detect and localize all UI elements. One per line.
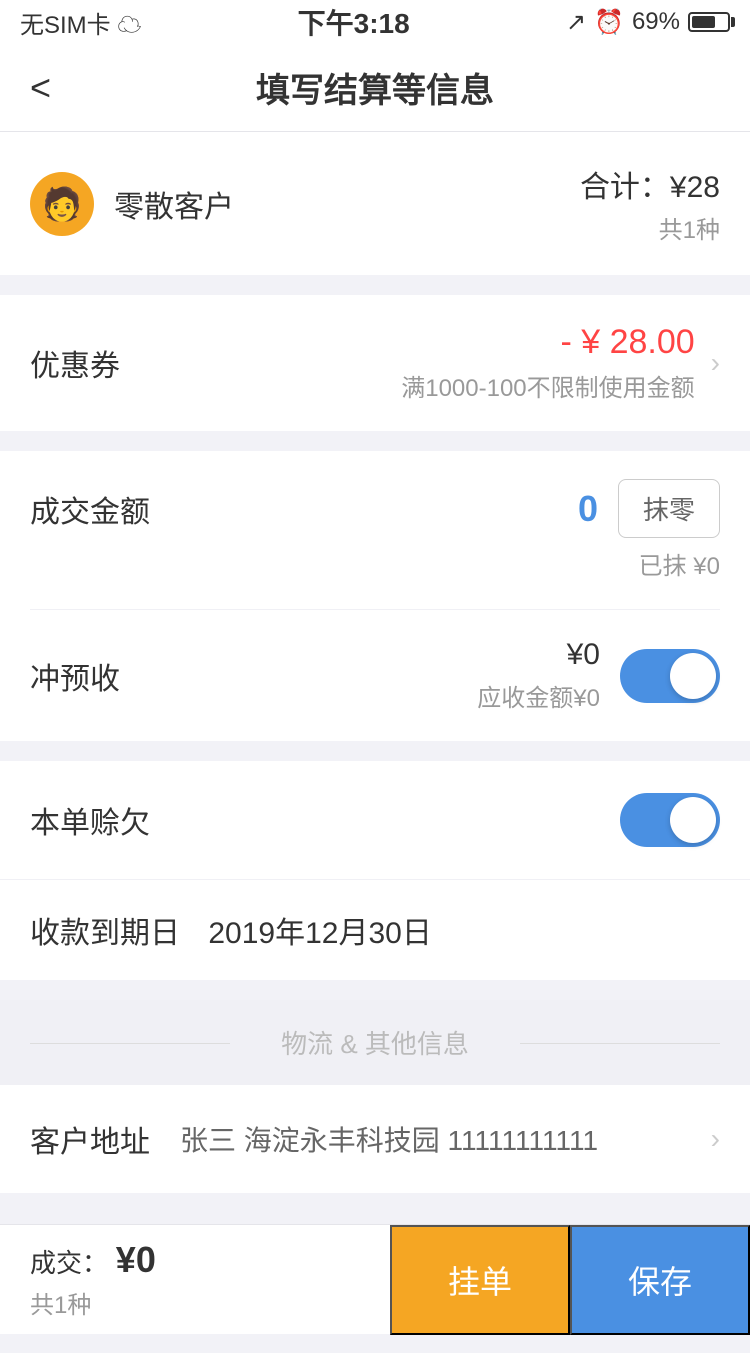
coupon-section[interactable]: 优惠券 - ¥ 28.00 满1000-100不限制使用金额 ›: [0, 295, 750, 431]
prepay-toggle[interactable]: [620, 649, 720, 703]
coupon-amount: - ¥ 28.00: [401, 323, 694, 362]
coupon-chevron-icon: ›: [711, 347, 720, 379]
address-chevron-icon: ›: [711, 1123, 720, 1155]
prepay-label: 冲预收: [30, 654, 120, 698]
due-date-label: 收款到期日: [30, 917, 180, 950]
debt-toggle[interactable]: [620, 793, 720, 847]
bottom-info: 成交： ¥0 共1种: [0, 1239, 390, 1320]
location-icon: ↗: [566, 8, 586, 37]
prepay-amounts: ¥0 应收金额¥0: [477, 638, 600, 713]
total-amount: 合计：¥28: [580, 162, 720, 206]
deal-value[interactable]: 0: [578, 488, 598, 530]
toggle-knob: [670, 653, 716, 699]
status-left: 无SIM卡 ☁: [20, 5, 141, 40]
logistics-label: 物流 & 其他信息: [281, 1029, 469, 1059]
coupon-label: 优惠券: [30, 341, 120, 385]
prepay-row: 冲预收 ¥0 应收金额¥0: [0, 610, 750, 741]
status-time: 下午3:18: [298, 2, 410, 42]
status-bar: 无SIM卡 ☁ 下午3:18 ↗ ⏰ 69%: [0, 0, 750, 44]
customer-right: 合计：¥28 共1种: [580, 162, 720, 245]
avatar: 🧑: [30, 172, 94, 236]
due-date-value: 2019年12月30日: [208, 917, 431, 950]
coupon-value-col: - ¥ 28.00 满1000-100不限制使用金额: [401, 323, 694, 403]
address-row[interactable]: 客户地址 张三 海淀永丰科技园 11111111111 ›: [0, 1085, 750, 1193]
customer-left: 🧑 零散客户: [30, 172, 234, 236]
customer-name: 零散客户: [114, 182, 234, 226]
nav-bar: < 填写结算等信息: [0, 44, 750, 132]
round-button[interactable]: 抹零: [618, 479, 720, 538]
bottom-count: 共1种: [30, 1285, 360, 1320]
customer-row: 🧑 零散客户 合计：¥28 共1种: [0, 132, 750, 275]
address-value: 张三 海淀永丰科技园 11111111111: [180, 1119, 711, 1159]
back-button[interactable]: <: [30, 67, 51, 109]
coupon-row[interactable]: 优惠券 - ¥ 28.00 满1000-100不限制使用金额 ›: [0, 295, 750, 431]
debt-row: 本单赊欠: [0, 761, 750, 879]
avatar-icon: 🧑: [42, 185, 82, 223]
bottom-deal-label: 成交：: [30, 1248, 108, 1278]
battery-icon: [688, 12, 730, 32]
customer-section: 🧑 零散客户 合计：¥28 共1种: [0, 132, 750, 275]
bottom-deal-amount: ¥0: [116, 1239, 156, 1280]
transaction-section: 成交金额 0 抹零 已抹 ¥0 冲预收 ¥0 应收金额¥0: [0, 451, 750, 741]
address-label: 客户地址: [30, 1117, 150, 1161]
debt-toggle-knob: [670, 797, 716, 843]
battery-percent: 69%: [632, 8, 680, 36]
coupon-sub: 满1000-100不限制使用金额: [401, 368, 694, 403]
prepay-main-amount: ¥0: [477, 638, 600, 672]
hold-order-button[interactable]: 挂单: [390, 1225, 570, 1335]
deal-sub: 已抹 ¥0: [30, 546, 720, 581]
save-button[interactable]: 保存: [570, 1225, 750, 1335]
prepay-right: ¥0 应收金额¥0: [477, 638, 720, 713]
logistics-divider: 物流 & 其他信息: [0, 1000, 750, 1085]
bottom-bar: 成交： ¥0 共1种 挂单 保存: [0, 1224, 750, 1334]
total-count: 共1种: [580, 210, 720, 245]
debt-label: 本单赊欠: [30, 798, 150, 842]
status-right: ↗ ⏰ 69%: [566, 8, 730, 37]
prepay-sub-amount: 应收金额¥0: [477, 678, 600, 713]
due-date-row: 收款到期日 2019年12月30日: [0, 879, 750, 980]
deal-row: 成交金额 0 抹零 已抹 ¥0: [0, 451, 750, 609]
deal-top: 成交金额 0 抹零: [30, 479, 720, 538]
deal-label: 成交金额: [30, 487, 150, 531]
alarm-icon: ⏰: [594, 8, 624, 37]
bottom-deal-line: 成交： ¥0: [30, 1239, 360, 1281]
deal-right: 0 抹零: [578, 479, 720, 538]
coupon-right: - ¥ 28.00 满1000-100不限制使用金额 ›: [401, 323, 720, 403]
address-section: 客户地址 张三 海淀永丰科技园 11111111111 ›: [0, 1085, 750, 1193]
page-title: 填写结算等信息: [256, 63, 494, 112]
sim-label: 无SIM卡 ☁: [20, 5, 141, 40]
debt-section: 本单赊欠 收款到期日 2019年12月30日: [0, 761, 750, 980]
